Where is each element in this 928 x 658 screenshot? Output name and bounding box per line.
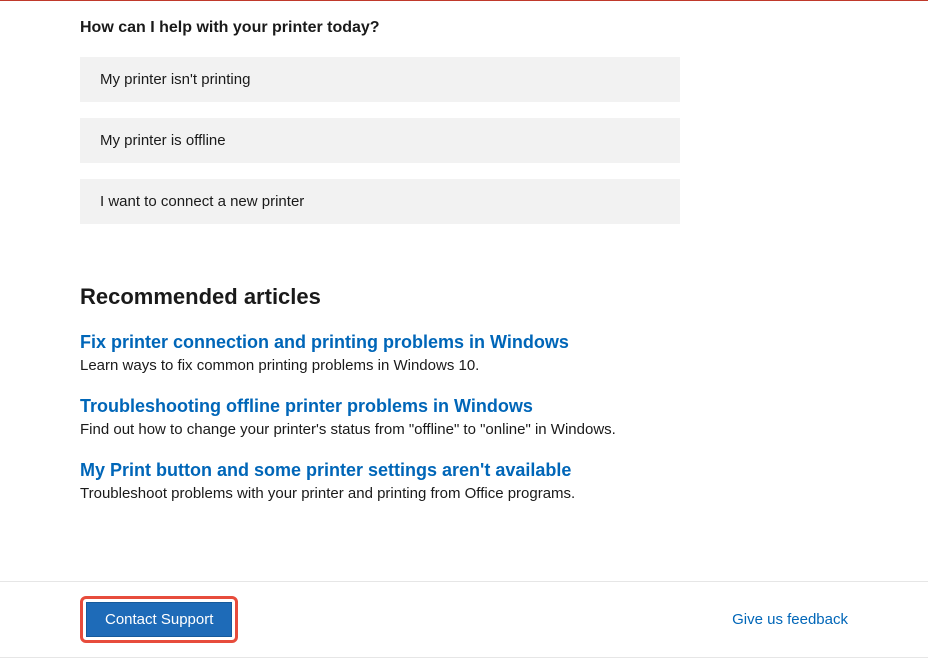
recommended-articles-heading: Recommended articles xyxy=(80,284,848,310)
option-connect-new-printer[interactable]: I want to connect a new printer xyxy=(80,179,680,224)
article-item: Fix printer connection and printing prob… xyxy=(80,332,848,374)
option-printer-not-printing[interactable]: My printer isn't printing xyxy=(80,57,680,102)
option-list: My printer isn't printing My printer is … xyxy=(80,57,848,224)
contact-support-highlight: Contact Support xyxy=(80,596,238,643)
main-content: How can I help with your printer today? … xyxy=(0,1,928,502)
article-link-troubleshoot-offline[interactable]: Troubleshooting offline printer problems… xyxy=(80,396,848,417)
article-description: Learn ways to fix common printing proble… xyxy=(80,357,848,374)
footer-bar: Contact Support Give us feedback xyxy=(0,581,928,658)
article-description: Find out how to change your printer's st… xyxy=(80,421,848,438)
article-link-fix-printer-connection[interactable]: Fix printer connection and printing prob… xyxy=(80,332,848,353)
article-list: Fix printer connection and printing prob… xyxy=(80,332,848,502)
article-link-print-button-unavailable[interactable]: My Print button and some printer setting… xyxy=(80,460,848,481)
option-printer-offline[interactable]: My printer is offline xyxy=(80,118,680,163)
article-item: Troubleshooting offline printer problems… xyxy=(80,396,848,438)
contact-support-button[interactable]: Contact Support xyxy=(86,602,232,637)
article-item: My Print button and some printer setting… xyxy=(80,460,848,502)
article-description: Troubleshoot problems with your printer … xyxy=(80,485,848,502)
give-feedback-link[interactable]: Give us feedback xyxy=(732,611,848,628)
prompt-heading: How can I help with your printer today? xyxy=(80,19,848,37)
